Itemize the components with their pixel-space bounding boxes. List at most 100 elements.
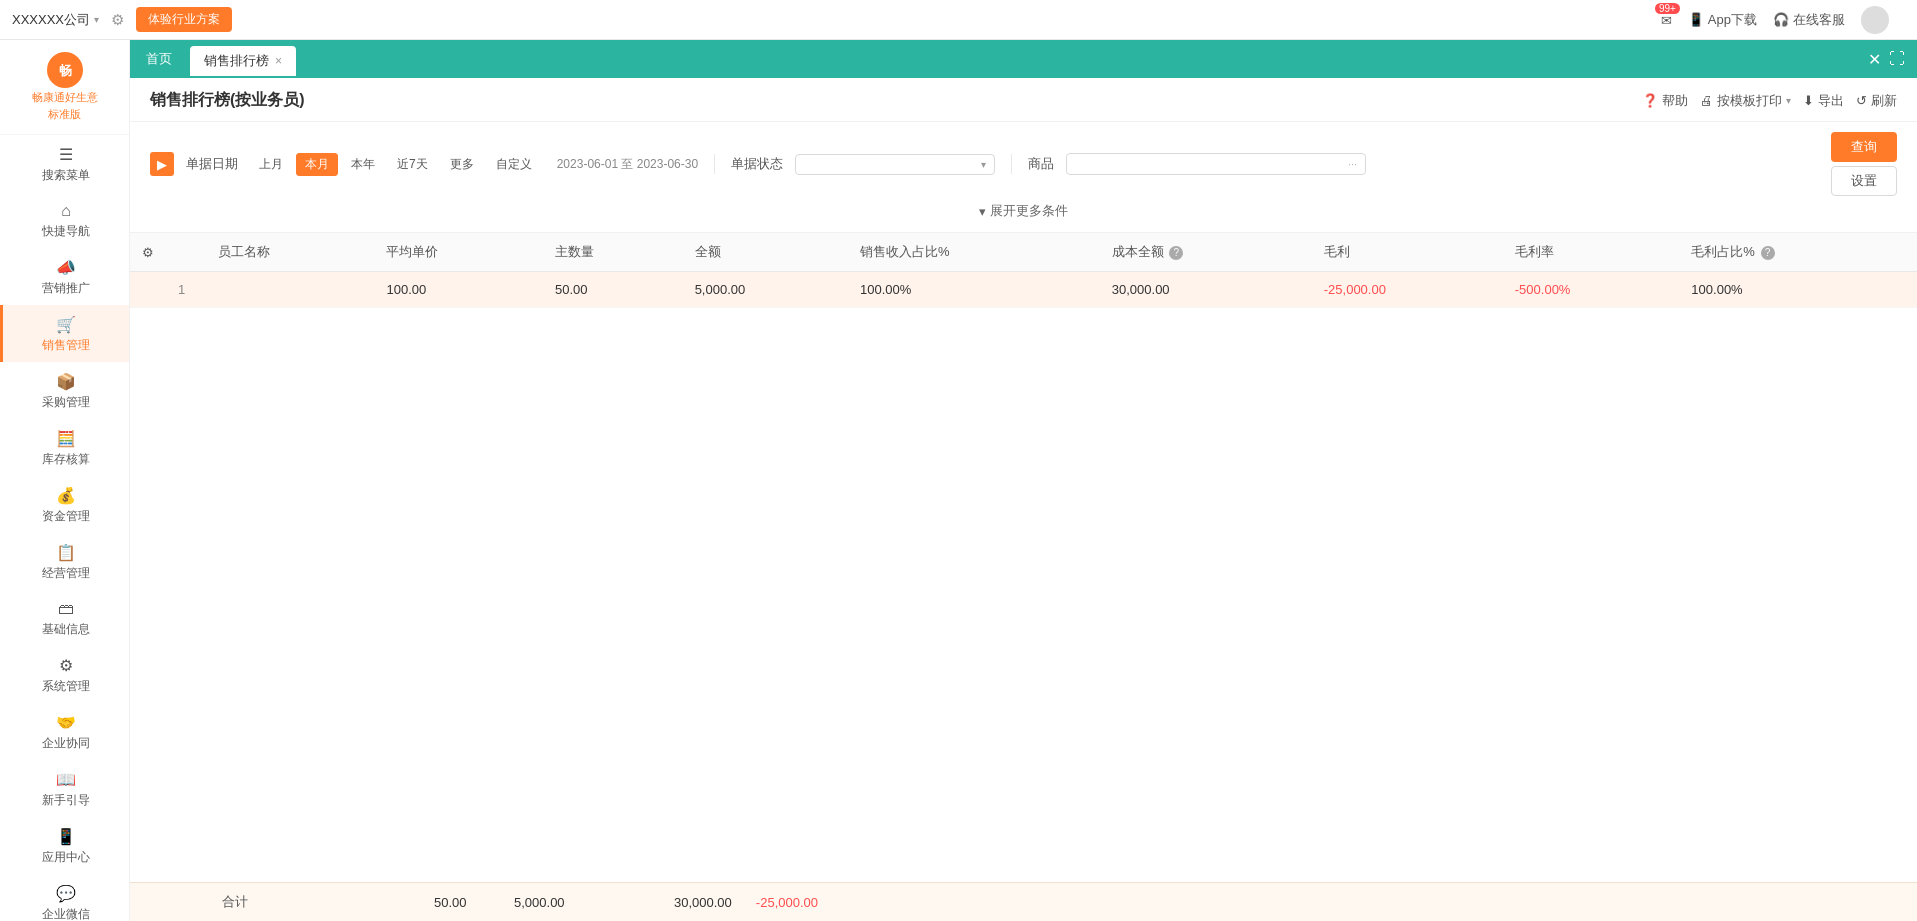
sidebar-logo: 畅 畅康通好生意 标准版 — [0, 40, 129, 135]
sidebar-item-search-order[interactable]: ☰ 搜索菜单 — [0, 135, 129, 192]
sidebar: 畅 畅康通好生意 标准版 ☰ 搜索菜单 ⌂ 快捷导航 📣 营销推广 🛒 销售管理… — [0, 40, 130, 921]
finance-icon: 💰 — [56, 486, 76, 505]
footer-amount: 5,000.00 — [502, 895, 582, 910]
page-actions: ❓ 帮助 🖨 按模板打印 ▾ ⬇ 导出 ↺ 刷新 — [1642, 92, 1897, 110]
cost-info-icon[interactable]: ? — [1169, 246, 1183, 260]
tab-close-icon[interactable]: × — [275, 54, 282, 68]
sidebar-item-wechat[interactable]: 💬 企业微信 — [0, 874, 129, 921]
tab-expand-icon[interactable]: ⛶ — [1889, 50, 1905, 68]
filter-separator-2 — [1011, 154, 1012, 174]
query-button[interactable]: 查询 — [1831, 132, 1897, 162]
row-settings — [130, 272, 166, 308]
online-service-button[interactable]: 🎧 在线客服 — [1773, 11, 1845, 29]
app-download-button[interactable]: 📱 App下载 — [1688, 11, 1757, 29]
export-button[interactable]: ⬇ 导出 — [1803, 92, 1844, 110]
avatar[interactable] — [1861, 6, 1889, 34]
table-body: 1 100.00 50.00 5,000.00 100.00% 30,000.0… — [130, 272, 1917, 308]
sidebar-item-quick-nav[interactable]: ⌂ 快捷导航 — [0, 192, 129, 248]
goods-select[interactable]: ··· — [1066, 153, 1366, 175]
sidebar-item-system[interactable]: ⚙ 系统管理 — [0, 646, 129, 703]
main-layout: 畅 畅康通好生意 标准版 ☰ 搜索菜单 ⌂ 快捷导航 📣 营销推广 🛒 销售管理… — [0, 40, 1917, 921]
filter-row-1: ▶ 单据日期 上月 本月 本年 近7天 更多 自定义 2023-06-01 至 … — [150, 132, 1897, 196]
sidebar-item-label: 资金管理 — [42, 508, 90, 525]
row-gross-rate: -500.00% — [1503, 272, 1680, 308]
top-right-actions: ✉ 99+ 📱 App下载 🎧 在线客服 — [1661, 6, 1905, 34]
footer-gross: -25,000.00 — [744, 895, 830, 910]
company-name: XXXXXX公司 — [12, 11, 90, 29]
filter-expand-icon[interactable]: ▶ — [150, 152, 174, 176]
chevron-down-icon: ▾ — [94, 14, 99, 25]
date-btn-last-month[interactable]: 上月 — [250, 153, 292, 176]
search-icon: ☰ — [59, 145, 73, 164]
row-rank: 1 — [166, 272, 206, 308]
sidebar-item-basic-info[interactable]: 🗃 基础信息 — [0, 590, 129, 646]
settings-button[interactable]: 设置 — [1831, 166, 1897, 196]
sidebar-item-purchase[interactable]: 📦 采购管理 — [0, 362, 129, 419]
table-footer: 合计 50.00 5,000.00 30,000.00 -25,000.00 — [130, 882, 1917, 921]
help-icon: ❓ — [1642, 93, 1658, 108]
print-button[interactable]: 🖨 按模板打印 ▾ — [1700, 92, 1791, 110]
print-icon: 🖨 — [1700, 93, 1713, 108]
sidebar-item-label: 新手引导 — [42, 792, 90, 809]
footer-label: 合计 — [142, 893, 342, 911]
gear-icon[interactable]: ⚙ — [111, 11, 124, 29]
sidebar-item-inventory[interactable]: 🧮 库存核算 — [0, 419, 129, 476]
gross-pct-info-icon[interactable]: ? — [1761, 246, 1775, 260]
date-btn-custom[interactable]: 自定义 — [487, 153, 541, 176]
refresh-button[interactable]: ↺ 刷新 — [1856, 92, 1897, 110]
headset-icon: 🎧 — [1773, 12, 1789, 27]
filter-bar: ▶ 单据日期 上月 本月 本年 近7天 更多 自定义 2023-06-01 至 … — [130, 122, 1917, 233]
footer-cost: 30,000.00 — [662, 895, 744, 910]
row-gross-pct: 100.00% — [1679, 272, 1917, 308]
home-icon: ⌂ — [61, 202, 71, 220]
status-select[interactable]: ▾ — [795, 154, 995, 175]
date-btn-more[interactable]: 更多 — [441, 153, 483, 176]
clipboard-icon: 📋 — [56, 543, 76, 562]
filter-separator — [714, 154, 715, 174]
row-sales-pct: 100.00% — [848, 272, 1100, 308]
col-employee-name: 员工名称 — [206, 233, 374, 272]
help-button[interactable]: ❓ 帮助 — [1642, 92, 1688, 110]
expand-conditions-row: ▾ 展开更多条件 — [150, 196, 1897, 222]
col-gross: 毛利 — [1312, 233, 1503, 272]
svg-text:畅: 畅 — [58, 63, 71, 78]
cart-icon: 🛒 — [56, 315, 76, 334]
megaphone-icon: 📣 — [56, 258, 76, 277]
footer-avg-price — [342, 895, 422, 910]
col-rank — [166, 233, 206, 272]
message-button[interactable]: ✉ 99+ — [1661, 9, 1672, 30]
col-cost: 成本全额 ? — [1100, 233, 1312, 272]
status-label: 单据状态 — [731, 155, 783, 173]
tab-close-window-icon[interactable]: ✕ — [1868, 50, 1881, 69]
table-row: 1 100.00 50.00 5,000.00 100.00% 30,000.0… — [130, 272, 1917, 308]
message-badge: 99+ — [1655, 3, 1680, 14]
tab-home[interactable]: 首页 — [130, 40, 188, 78]
sidebar-item-app-center[interactable]: 📱 应用中心 — [0, 817, 129, 874]
sidebar-item-marketing[interactable]: 📣 营销推广 — [0, 248, 129, 305]
sidebar-item-label: 系统管理 — [42, 678, 90, 695]
sidebar-item-enterprise[interactable]: 🤝 企业协同 — [0, 703, 129, 760]
sidebar-item-operations[interactable]: 📋 经营管理 — [0, 533, 129, 590]
page-content: 销售排行榜(按业务员) ❓ 帮助 🖨 按模板打印 ▾ ⬇ 导出 — [130, 78, 1917, 921]
tab-sales-ranking[interactable]: 销售排行榜 × — [190, 46, 296, 76]
expand-conditions-button[interactable]: ▾ 展开更多条件 — [979, 202, 1068, 220]
col-settings[interactable]: ⚙ — [130, 233, 166, 272]
date-btn-this-year[interactable]: 本年 — [342, 153, 384, 176]
date-btn-last-7-days[interactable]: 近7天 — [388, 153, 437, 176]
print-arrow-icon: ▾ — [1786, 95, 1791, 106]
sidebar-item-sales[interactable]: 🛒 销售管理 — [0, 305, 129, 362]
logo-subtitle: 标准版 — [48, 107, 81, 122]
sidebar-item-finance[interactable]: 💰 资金管理 — [0, 476, 129, 533]
table-wrap: ⚙ 员工名称 平均单价 主数量 全额 销售收入占比% 成本全额 ? 毛利 — [130, 233, 1917, 882]
goods-dots-icon: ··· — [1348, 158, 1357, 170]
sidebar-item-beginner[interactable]: 📖 新手引导 — [0, 760, 129, 817]
wechat-icon: 💬 — [56, 884, 76, 903]
expand-icon: ▾ — [979, 204, 986, 219]
inventory-icon: 🧮 — [56, 429, 76, 448]
row-amount: 5,000.00 — [683, 272, 848, 308]
sidebar-item-label: 企业协同 — [42, 735, 90, 752]
date-btn-this-month[interactable]: 本月 — [296, 153, 338, 176]
database-icon: 🗃 — [58, 600, 74, 618]
trial-button[interactable]: 体验行业方案 — [136, 7, 232, 32]
company-selector[interactable]: XXXXXX公司 ▾ — [12, 11, 99, 29]
